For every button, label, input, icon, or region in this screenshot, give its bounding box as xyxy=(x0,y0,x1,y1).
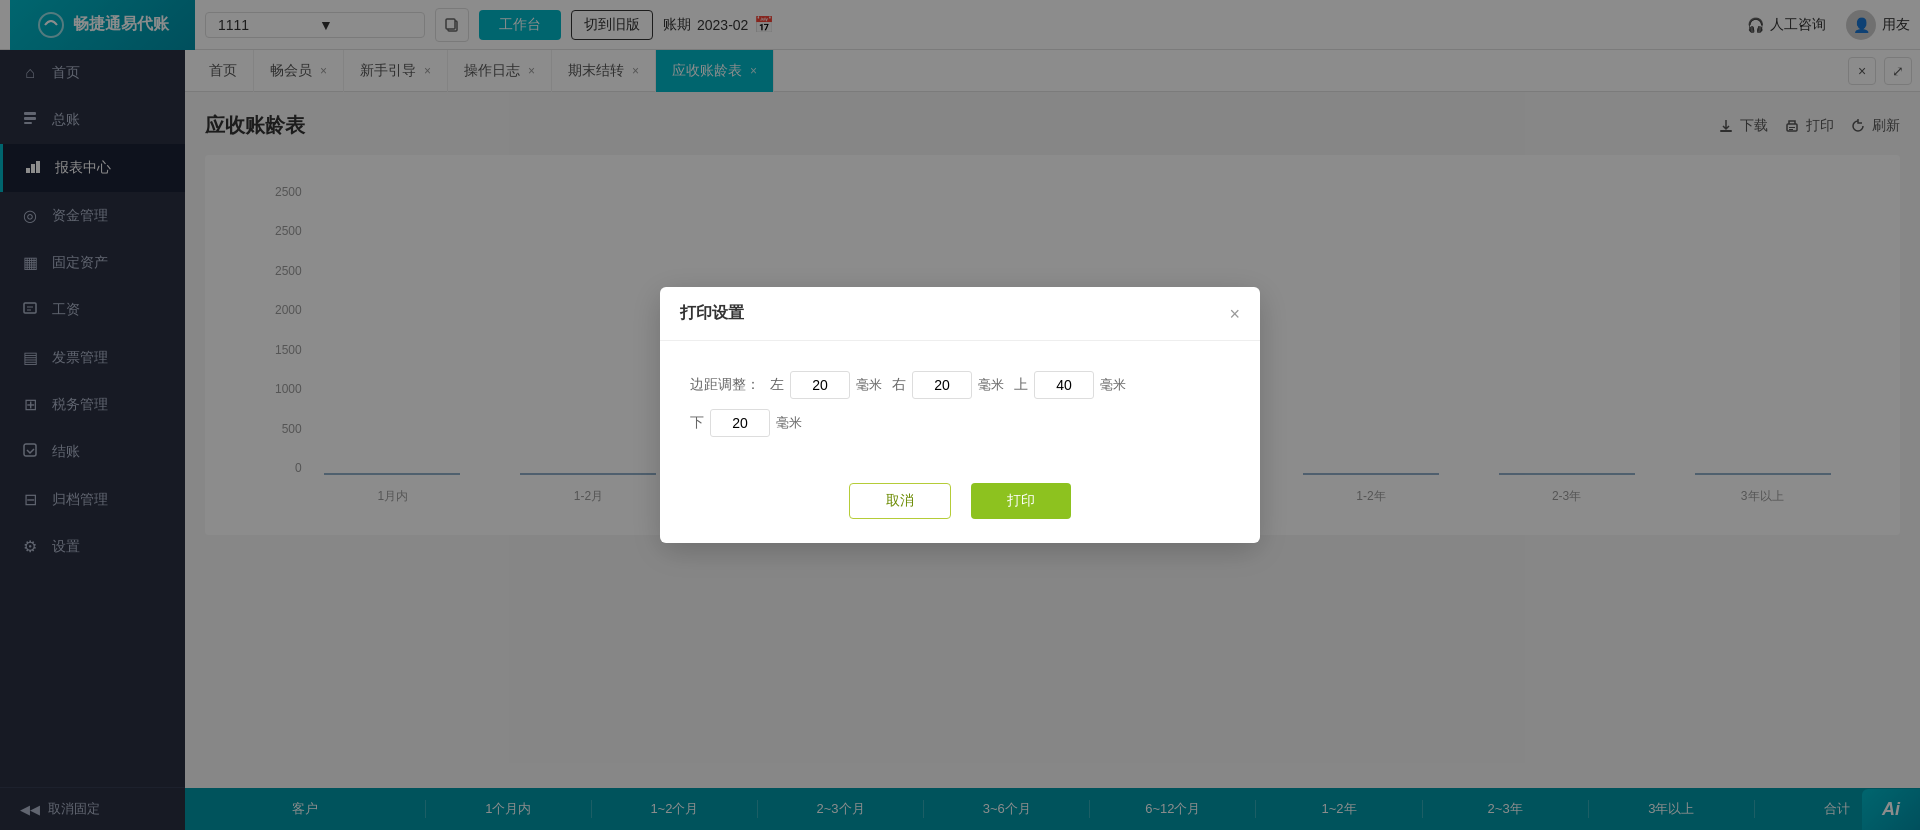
confirm-print-button[interactable]: 打印 xyxy=(971,483,1071,519)
right-margin-input[interactable] xyxy=(912,371,972,399)
modal-close-button[interactable]: × xyxy=(1229,305,1240,323)
top-margin-group: 上 毫米 xyxy=(1014,371,1126,399)
unit-label-right: 毫米 xyxy=(978,376,1004,394)
modal-footer: 取消 打印 xyxy=(660,467,1260,543)
top-margin-input[interactable] xyxy=(1034,371,1094,399)
unit-label-top: 毫米 xyxy=(1100,376,1126,394)
modal-title: 打印设置 xyxy=(680,303,744,324)
margin-label: 边距调整： xyxy=(690,376,760,394)
top-label: 上 xyxy=(1014,376,1028,394)
margin-row: 边距调整： 左 毫米 右 毫米 上 毫米 下 xyxy=(690,371,1230,437)
right-label: 右 xyxy=(892,376,906,394)
unit-label-bottom: 毫米 xyxy=(776,414,802,432)
left-label: 左 xyxy=(770,376,784,394)
cancel-button[interactable]: 取消 xyxy=(849,483,951,519)
modal-header: 打印设置 × xyxy=(660,287,1260,341)
bottom-label: 下 xyxy=(690,414,704,432)
unit-label-left: 毫米 xyxy=(856,376,882,394)
modal-overlay: 打印设置 × 边距调整： 左 毫米 右 毫米 上 毫米 xyxy=(0,0,1920,830)
right-margin-group: 右 毫米 xyxy=(892,371,1004,399)
bottom-margin-group: 下 毫米 xyxy=(690,409,802,437)
print-settings-dialog: 打印设置 × 边距调整： 左 毫米 右 毫米 上 毫米 xyxy=(660,287,1260,543)
left-margin-input[interactable] xyxy=(790,371,850,399)
bottom-margin-input[interactable] xyxy=(710,409,770,437)
modal-body: 边距调整： 左 毫米 右 毫米 上 毫米 下 xyxy=(660,341,1260,467)
left-margin-group: 左 毫米 xyxy=(770,371,882,399)
